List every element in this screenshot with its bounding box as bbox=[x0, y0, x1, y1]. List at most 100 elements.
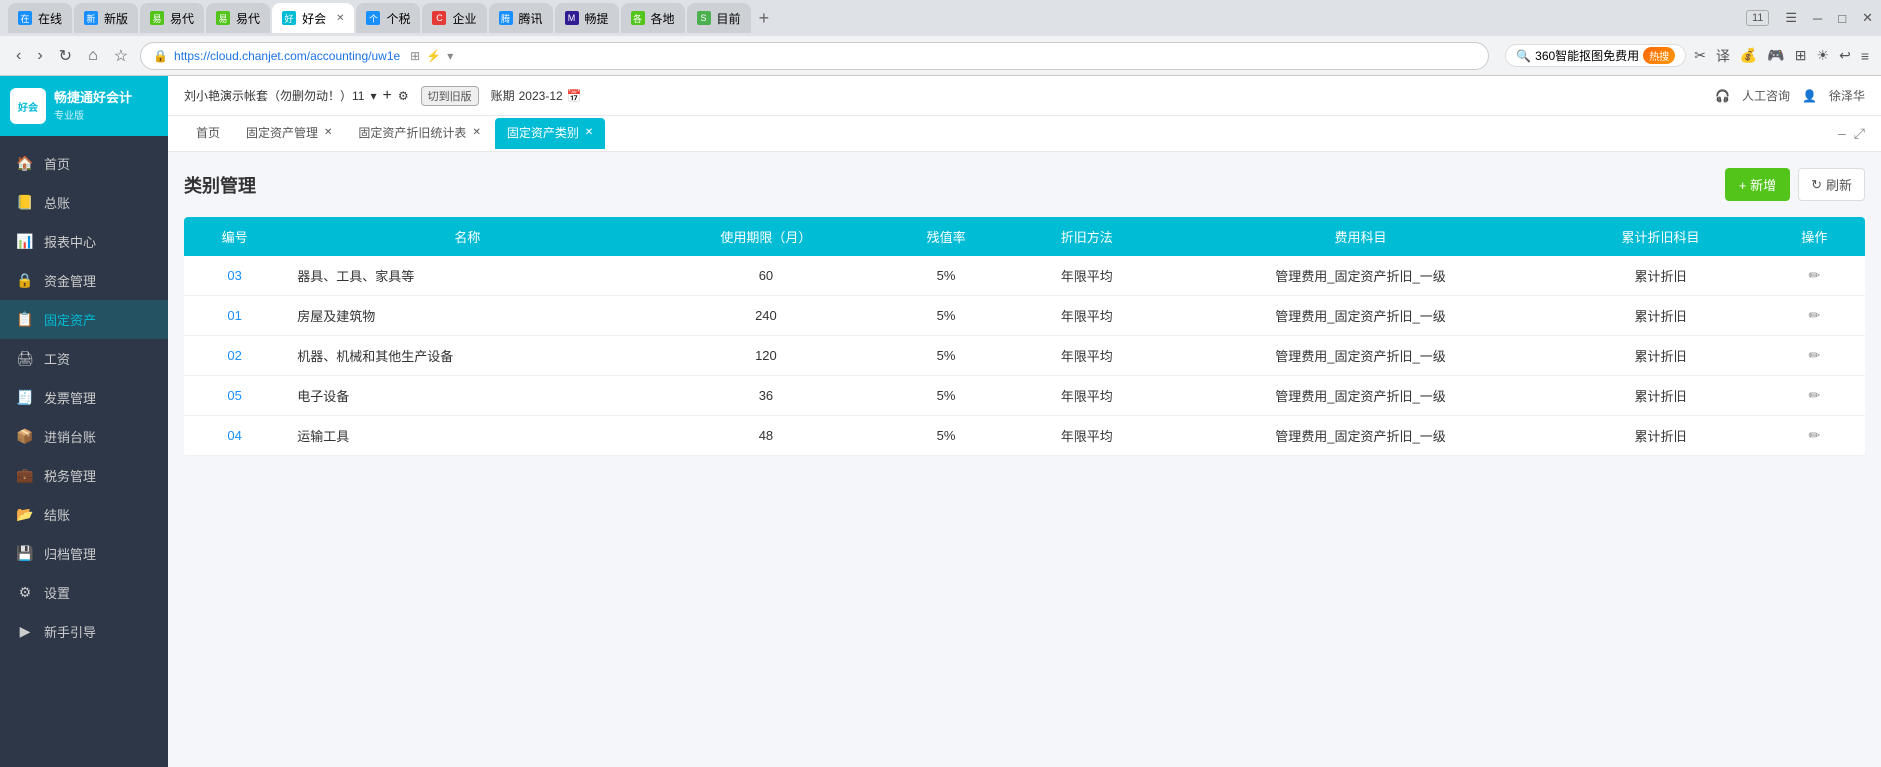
cell-accumulated-account: 累计折旧 bbox=[1557, 296, 1763, 336]
sidebar-item-invoice[interactable]: 🧾 发票管理 bbox=[0, 378, 168, 417]
browser-tab-gedi[interactable]: 各 各地 bbox=[621, 3, 685, 33]
search-area[interactable]: 🔍 360智能抠图免费用 热搜 bbox=[1505, 44, 1686, 67]
refresh-data-button[interactable]: ↻ 刷新 bbox=[1798, 168, 1865, 201]
sidebar-item-label: 固定资产 bbox=[44, 310, 96, 329]
hot-badge: 热搜 bbox=[1643, 47, 1675, 64]
tab-close-icon[interactable]: ✕ bbox=[585, 127, 593, 138]
refresh-button[interactable]: ↻ bbox=[55, 42, 76, 70]
settings-gear-icon[interactable]: ⚙ bbox=[398, 89, 409, 103]
sidebar-item-guide[interactable]: ▶ 新手引导 bbox=[0, 612, 168, 651]
maximize-icon[interactable]: □ bbox=[1838, 11, 1846, 26]
tab-fixed-asset-dep[interactable]: 固定资产折旧统计表 ✕ bbox=[346, 118, 492, 149]
game-icon[interactable]: 🎮 bbox=[1767, 47, 1784, 64]
cell-residual-rate: 5% bbox=[882, 416, 1010, 456]
grid-icon[interactable]: ⊞ bbox=[1795, 47, 1807, 64]
close-window-icon[interactable]: ✕ bbox=[1862, 10, 1873, 26]
home-button[interactable]: ⌂ bbox=[84, 43, 102, 69]
sidebar-item-fixed-asset[interactable]: 📋 固定资产 bbox=[0, 300, 168, 339]
tab-close-icon[interactable]: ✕ bbox=[472, 127, 480, 138]
sidebar-item-inventory[interactable]: 📦 进销台账 bbox=[0, 417, 168, 456]
edit-icon[interactable]: ✏ bbox=[1808, 347, 1820, 363]
sidebar-item-report[interactable]: 📊 报表中心 bbox=[0, 222, 168, 261]
new-tab-button[interactable]: + bbox=[753, 8, 776, 29]
dropdown-icon[interactable]: ▾ bbox=[447, 49, 453, 63]
sidebar-item-archive[interactable]: 💾 归档管理 bbox=[0, 534, 168, 573]
sidebar-item-label: 资金管理 bbox=[44, 271, 96, 290]
user-avatar-icon: 👤 bbox=[1802, 89, 1817, 103]
browser-tab-gerensuo[interactable]: 个 个税 bbox=[356, 3, 420, 33]
undo-icon[interactable]: ↩ bbox=[1839, 47, 1851, 64]
edit-icon[interactable]: ✏ bbox=[1808, 387, 1820, 403]
browser-tab-xinjian[interactable]: 新 新版 bbox=[74, 3, 138, 33]
sun-icon[interactable]: ☀ bbox=[1817, 47, 1830, 64]
cell-accumulated-account: 累计折旧 bbox=[1557, 416, 1763, 456]
sidebar-item-label: 发票管理 bbox=[44, 388, 96, 407]
browser-tab-yidai2[interactable]: 易 易代 bbox=[206, 3, 270, 33]
translate-icon[interactable]: 译 bbox=[1716, 46, 1730, 66]
sidebar-item-label: 结账 bbox=[44, 505, 70, 524]
calendar-icon[interactable]: 📅 bbox=[567, 89, 582, 103]
cell-action: ✏ bbox=[1764, 416, 1865, 456]
wallet-icon[interactable]: 💰 bbox=[1740, 47, 1757, 64]
sidebar-item-settings[interactable]: ⚙ 设置 bbox=[0, 573, 168, 612]
content-area: 类别管理 + 新增 ↻ 刷新 编号 名称 使用期限（月） 残值率 bbox=[168, 152, 1881, 767]
tab-fixed-asset-cat[interactable]: 固定资产类别 ✕ bbox=[495, 118, 605, 149]
period-label: 账期 bbox=[491, 87, 515, 104]
sidebar-logo: 好会 畅捷通好会计 专业版 bbox=[0, 76, 168, 136]
switch-version-button[interactable]: 切到旧版 bbox=[421, 86, 479, 106]
sidebar-item-ledger[interactable]: 📒 总账 bbox=[0, 183, 168, 222]
site-info-icon[interactable]: ⊞ bbox=[410, 49, 420, 63]
forward-button[interactable]: › bbox=[33, 43, 46, 69]
browser-tab-mubiao[interactable]: S 目前 bbox=[687, 3, 751, 33]
browser-tab-changtai[interactable]: M 畅提 bbox=[555, 3, 619, 33]
cell-code: 01 bbox=[184, 296, 285, 336]
sidebar-item-tax[interactable]: 💼 税务管理 bbox=[0, 456, 168, 495]
table-row: 01 房屋及建筑物 240 5% 年限平均 管理费用_固定资产折旧_一级 累计折… bbox=[184, 296, 1865, 336]
customer-service-link[interactable]: 人工咨询 bbox=[1742, 87, 1790, 104]
sidebar-item-label: 归档管理 bbox=[44, 544, 96, 563]
logo-text: 畅捷通好会计 bbox=[54, 90, 132, 107]
browser-tab-yidai1[interactable]: 易 易代 bbox=[140, 3, 204, 33]
edit-icon[interactable]: ✏ bbox=[1808, 267, 1820, 283]
tab-fixed-asset-mgmt[interactable]: 固定资产管理 ✕ bbox=[234, 118, 344, 149]
top-bar: 刘小艳演示帐套（勿删勿动！）11 ▾ + ⚙ 切到旧版 账期 2023-12 📅… bbox=[168, 76, 1881, 116]
refresh-icon: ↻ bbox=[1811, 177, 1822, 193]
tab-home[interactable]: 首页 bbox=[184, 118, 232, 149]
browser-tab-haohe[interactable]: 好 好会 ✕ bbox=[272, 3, 354, 33]
menu-icon[interactable]: ≡ bbox=[1861, 48, 1869, 64]
browser-tab-tengxun[interactable]: 腾 腾讯 bbox=[489, 3, 553, 33]
url-text: https://cloud.chanjet.com/accounting/uw1… bbox=[174, 49, 400, 63]
expand-panel-icon[interactable]: ⤢ bbox=[1854, 125, 1865, 142]
add-account-icon[interactable]: + bbox=[383, 87, 392, 105]
tab-close-icon[interactable]: ✕ bbox=[336, 13, 344, 24]
sidebar-item-home[interactable]: 🏠 首页 bbox=[0, 144, 168, 183]
username: 徐泽华 bbox=[1829, 87, 1865, 104]
browser-tab-qiye[interactable]: C 企业 bbox=[422, 3, 486, 33]
security-icon: 🔒 bbox=[153, 49, 168, 63]
minimize-panel-icon[interactable]: – bbox=[1838, 125, 1846, 142]
cell-action: ✏ bbox=[1764, 296, 1865, 336]
bolt-icon: ⚡ bbox=[426, 49, 441, 63]
page-tabs: 首页 固定资产管理 ✕ 固定资产折旧统计表 ✕ 固定资产类别 ✕ – ⤢ bbox=[168, 116, 1881, 152]
col-accumulated-account: 累计折旧科目 bbox=[1557, 217, 1763, 256]
main-content: 刘小艳演示帐套（勿删勿动！）11 ▾ + ⚙ 切到旧版 账期 2023-12 📅… bbox=[168, 76, 1881, 767]
cut-tool-icon[interactable]: ✂ bbox=[1694, 47, 1706, 64]
bookmark-button[interactable]: ☆ bbox=[110, 42, 132, 70]
sidebar-item-fund[interactable]: 🔒 资金管理 bbox=[0, 261, 168, 300]
tab-close-icon[interactable]: ✕ bbox=[324, 127, 332, 138]
address-bar[interactable]: 🔒 https://cloud.chanjet.com/accounting/u… bbox=[140, 42, 1489, 70]
browser-tab-zaixian[interactable]: 在 在线 bbox=[8, 3, 72, 33]
sidebar-item-salary[interactable]: 🖨 工资 bbox=[0, 339, 168, 378]
edit-icon[interactable]: ✏ bbox=[1808, 307, 1820, 323]
back-button[interactable]: ‹ bbox=[12, 43, 25, 69]
cell-useful-life: 120 bbox=[650, 336, 883, 376]
add-button[interactable]: + 新增 bbox=[1725, 168, 1790, 201]
archive-icon: 💾 bbox=[16, 545, 34, 563]
minimize-icon[interactable]: ─ bbox=[1813, 11, 1822, 26]
tab-label: 畅提 bbox=[585, 10, 609, 27]
edit-icon[interactable]: ✏ bbox=[1808, 427, 1820, 443]
tab-list-icon[interactable]: ☰ bbox=[1785, 10, 1797, 26]
col-action: 操作 bbox=[1764, 217, 1865, 256]
dropdown-arrow-icon[interactable]: ▾ bbox=[370, 89, 376, 103]
sidebar-item-checkout[interactable]: 📂 结账 bbox=[0, 495, 168, 534]
